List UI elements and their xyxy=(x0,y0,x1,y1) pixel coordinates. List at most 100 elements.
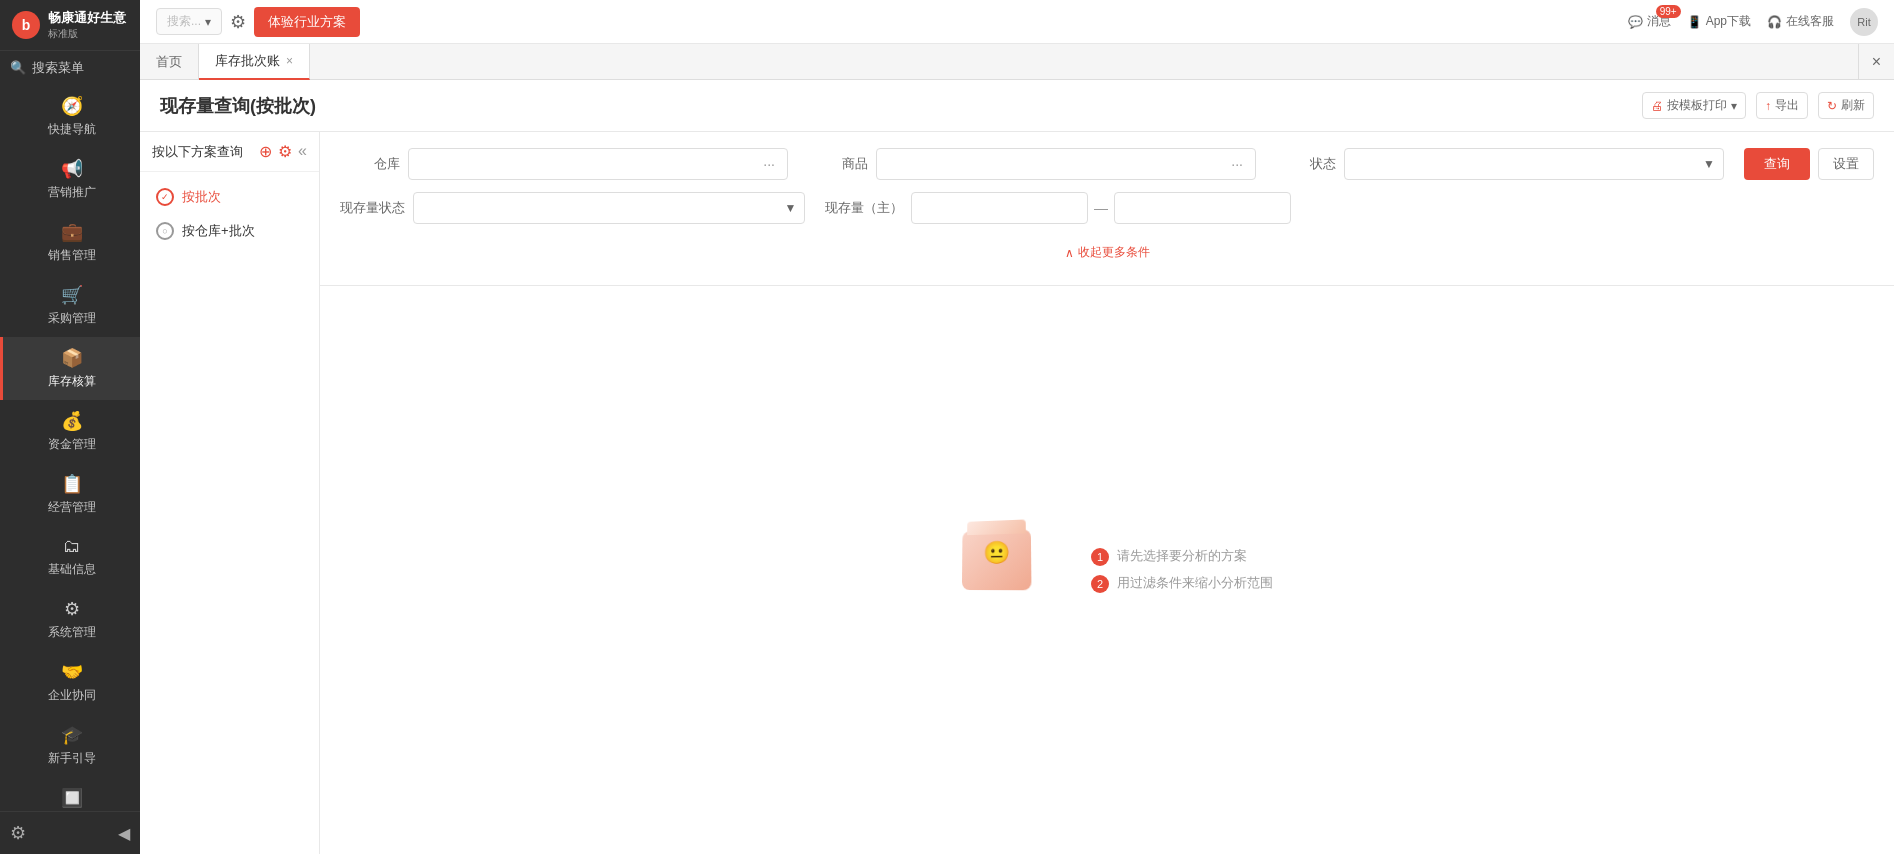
tabbar-close-btn[interactable]: × xyxy=(1858,44,1894,80)
collapse-panel-icon[interactable]: « xyxy=(298,142,307,161)
sidebar-item-enterprise[interactable]: 🤝企业协同 xyxy=(0,651,140,714)
topbar-gear-icon[interactable]: ⚙ xyxy=(230,11,246,33)
sidebar-item-inventory[interactable]: 📦库存核算 xyxy=(0,337,140,400)
filter-actions: 查询 设置 xyxy=(1744,148,1874,180)
close-icon: × xyxy=(1872,53,1881,71)
scheme-item-batch[interactable]: ✓ 按批次 xyxy=(140,180,319,214)
filter-group-status: 状态 ▼ xyxy=(1276,148,1724,180)
empty-tip-1: 1 请先选择要分析的方案 xyxy=(1091,547,1273,566)
status-label: 状态 xyxy=(1276,155,1336,173)
add-scheme-icon[interactable]: ⊕ xyxy=(259,142,272,161)
print-dropdown-icon: ▾ xyxy=(1731,99,1737,113)
scheme-settings-icon[interactable]: ⚙ xyxy=(278,142,292,161)
warehouse-input[interactable] xyxy=(417,157,759,171)
collapse-label: 收起更多条件 xyxy=(1078,244,1150,261)
sidebar-item-basic[interactable]: 🗂基础信息 xyxy=(0,526,140,588)
experience-btn[interactable]: 体验行业方案 xyxy=(254,7,360,37)
tab-home[interactable]: 首页 xyxy=(140,44,199,80)
sidebar-footer: ⚙ ◀ xyxy=(0,811,140,854)
product-more-btn[interactable]: ··· xyxy=(1227,156,1247,172)
user-avatar-btn[interactable]: Rit xyxy=(1850,8,1878,36)
nav-icon-purchase: 🛒 xyxy=(61,284,83,306)
sidebar: b 畅康通好生意 标准版 🔍 搜索菜单 🧭快捷导航📢营销推广💼销售管理🛒采购管理… xyxy=(0,0,140,854)
headset-icon: 🎧 xyxy=(1767,15,1782,29)
phone-icon: 📱 xyxy=(1687,15,1702,29)
refresh-icon: ↻ xyxy=(1827,99,1837,113)
collapse-btn[interactable]: ∧ 收起更多条件 xyxy=(340,236,1874,269)
product-input[interactable] xyxy=(885,157,1227,171)
message-icon: 💬 xyxy=(1628,15,1643,29)
topbar-left: 搜索... ▾ ⚙ 体验行业方案 xyxy=(156,7,1618,37)
tabbar: 首页 库存批次账 × × xyxy=(140,44,1894,80)
collapse-sidebar-icon[interactable]: ◀ xyxy=(118,824,130,843)
scheme-inactive-icon: ○ xyxy=(156,222,174,240)
print-btn[interactable]: 🖨 按模板打印 ▾ xyxy=(1642,92,1746,119)
dropdown-text: 搜索... xyxy=(167,13,201,30)
left-panel-actions: ⊕ ⚙ « xyxy=(259,142,307,161)
nav-icon-system: ⚙ xyxy=(64,598,80,620)
query-btn[interactable]: 查询 xyxy=(1744,148,1810,180)
product-label: 商品 xyxy=(808,155,868,173)
nav-icon-operation: 📋 xyxy=(61,473,83,495)
filter-group-product: 商品 ··· xyxy=(808,148,1256,180)
stock-qty-label: 现存量（主） xyxy=(825,199,903,217)
right-panel: 仓库 ··· 商品 ··· xyxy=(320,132,1894,854)
empty-tip-2: 2 用过滤条件来缩小分析范围 xyxy=(1091,574,1273,593)
product-input-wrap: ··· xyxy=(876,148,1256,180)
settings-icon[interactable]: ⚙ xyxy=(10,822,26,844)
stock-status-label: 现存量状态 xyxy=(340,199,405,217)
nav-icon-basic: 🗂 xyxy=(63,536,81,557)
app-download-btn[interactable]: 📱 App下载 xyxy=(1687,13,1751,30)
sidebar-item-quick-nav[interactable]: 🧭快捷导航 xyxy=(0,85,140,148)
sidebar-item-apps[interactable]: 🔲应用中心 xyxy=(0,777,140,811)
sidebar-item-system[interactable]: ⚙系统管理 xyxy=(0,588,140,651)
scheme-item-warehouse-batch[interactable]: ○ 按仓库+批次 xyxy=(140,214,319,248)
filter-group-stock-qty: 现存量（主） — xyxy=(825,192,1290,224)
sidebar-item-purchase[interactable]: 🛒采购管理 xyxy=(0,274,140,337)
tab-close-icon[interactable]: × xyxy=(286,54,293,68)
sidebar-item-sales[interactable]: 💼销售管理 xyxy=(0,211,140,274)
message-btn[interactable]: 💬 消息 99+ xyxy=(1628,13,1671,30)
sidebar-item-operation[interactable]: 📋经营管理 xyxy=(0,463,140,526)
print-icon: 🖨 xyxy=(1651,99,1663,113)
chevron-down-icon: ▾ xyxy=(205,15,211,29)
sidebar-item-marketing[interactable]: 📢营销推广 xyxy=(0,148,140,211)
refresh-btn[interactable]: ↻ 刷新 xyxy=(1818,92,1874,119)
page-header: 现存量查询(按批次) 🖨 按模板打印 ▾ ↑ 导出 ↻ 刷新 xyxy=(140,80,1894,132)
left-panel-header: 按以下方案查询 ⊕ ⚙ « xyxy=(140,132,319,172)
tab-batch-account[interactable]: 库存批次账 × xyxy=(199,44,310,80)
collapse-icon: ∧ xyxy=(1065,246,1074,260)
topbar: 搜索... ▾ ⚙ 体验行业方案 💬 消息 99+ 📱 App下载 🎧 在线客服 xyxy=(140,0,1894,44)
chevron-down-stock-icon: ▼ xyxy=(784,201,796,215)
warehouse-more-btn[interactable]: ··· xyxy=(759,156,779,172)
empty-tips: 1 请先选择要分析的方案 2 用过滤条件来缩小分析范围 xyxy=(1091,547,1273,593)
main-area: 搜索... ▾ ⚙ 体验行业方案 💬 消息 99+ 📱 App下载 🎧 在线客服 xyxy=(140,0,1894,854)
stock-qty-min-input[interactable] xyxy=(911,192,1088,224)
export-icon: ↑ xyxy=(1765,99,1771,113)
search-menu[interactable]: 🔍 搜索菜单 xyxy=(0,51,140,85)
scheme-list: ✓ 按批次 ○ 按仓库+批次 xyxy=(140,172,319,256)
tab-batch-label: 库存批次账 xyxy=(215,52,280,70)
nav-icon-enterprise: 🤝 xyxy=(61,661,83,683)
topbar-right: 💬 消息 99+ 📱 App下载 🎧 在线客服 Rit xyxy=(1628,8,1878,36)
filter-area: 仓库 ··· 商品 ··· xyxy=(320,132,1894,286)
nav-icon-inventory: 📦 xyxy=(61,347,83,369)
stock-status-select[interactable]: ▼ xyxy=(413,192,805,224)
topbar-dropdown[interactable]: 搜索... ▾ xyxy=(156,8,222,35)
export-btn[interactable]: ↑ 导出 xyxy=(1756,92,1808,119)
left-panel-title: 按以下方案查询 xyxy=(152,143,243,161)
stock-qty-max-input[interactable] xyxy=(1114,192,1291,224)
tab-home-label: 首页 xyxy=(156,53,182,71)
nav-icon-guide: 🎓 xyxy=(61,724,83,746)
sidebar-item-finance[interactable]: 💰资金管理 xyxy=(0,400,140,463)
nav-icon-apps: 🔲 xyxy=(61,787,83,809)
status-select[interactable]: ▼ xyxy=(1344,148,1724,180)
online-service-btn[interactable]: 🎧 在线客服 xyxy=(1767,13,1834,30)
nav-icon-marketing: 📢 xyxy=(61,158,83,180)
sidebar-nav: 🧭快捷导航📢营销推广💼销售管理🛒采购管理📦库存核算💰资金管理📋经营管理🗂基础信息… xyxy=(0,85,140,811)
empty-illustration: 😐 xyxy=(941,510,1061,630)
page-header-actions: 🖨 按模板打印 ▾ ↑ 导出 ↻ 刷新 xyxy=(1642,92,1874,119)
settings-btn[interactable]: 设置 xyxy=(1818,148,1874,180)
sidebar-item-guide[interactable]: 🎓新手引导 xyxy=(0,714,140,777)
left-panel: 按以下方案查询 ⊕ ⚙ « ✓ 按批次 ○ 按仓库+批次 xyxy=(140,132,320,854)
